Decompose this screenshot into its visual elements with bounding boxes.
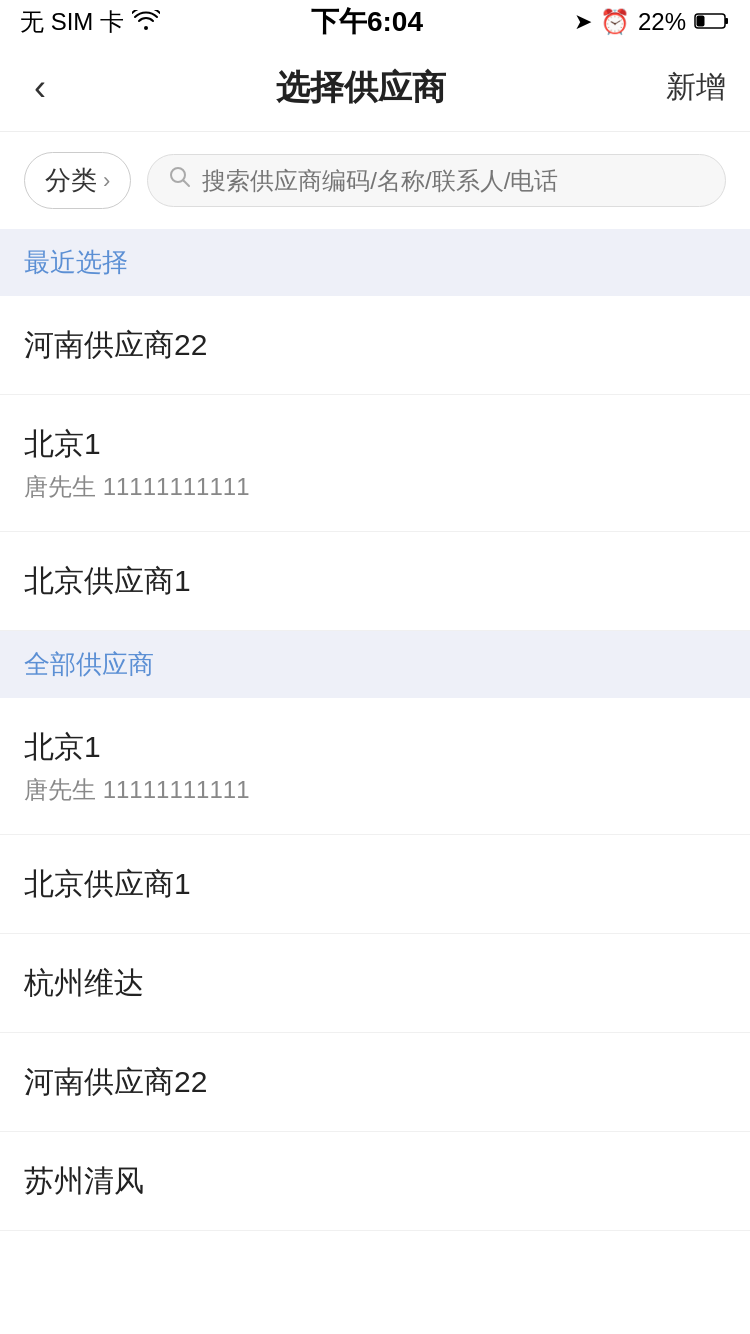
status-right: ➤ ⏰ 22% (574, 8, 730, 36)
all-items-list: 北京1 唐先生 11111111111 北京供应商1 杭州维达河南供应商22 苏州清风 (0, 698, 750, 1231)
category-label: 分类 (45, 163, 97, 198)
item-name: 北京供应商1 (24, 560, 726, 602)
item-sub: 唐先生 11111111111 (24, 471, 726, 503)
item-sub: 唐先生 11111111111 (24, 774, 726, 806)
item-name: 河南供应商22 (24, 1061, 726, 1103)
all-section-label: 全部供应商 (24, 649, 154, 679)
list-item[interactable]: 河南供应商22 (0, 296, 750, 395)
filter-row: 分类 › (0, 132, 750, 229)
add-button[interactable]: 新增 (666, 67, 726, 108)
item-name: 河南供应商22 (24, 324, 726, 366)
item-name: 北京1 (24, 726, 726, 768)
search-box[interactable] (147, 154, 726, 207)
recent-items-list: 河南供应商22 北京1 唐先生 11111111111 北京供应商1 (0, 296, 750, 631)
list-item[interactable]: 北京1 唐先生 11111111111 (0, 698, 750, 835)
back-button[interactable]: ‹ (24, 57, 56, 119)
item-name: 苏州清风 (24, 1160, 726, 1202)
item-name: 杭州维达 (24, 962, 726, 1004)
alarm-icon: ⏰ (600, 8, 630, 36)
list-item[interactable]: 北京供应商1 (0, 532, 750, 631)
no-sim-text: 无 SIM 卡 (20, 6, 124, 38)
list-item[interactable]: 北京供应商1 (0, 835, 750, 934)
status-bar: 无 SIM 卡 下午6:04 ➤ ⏰ 22% (0, 0, 750, 44)
list-item[interactable]: 苏州清风 (0, 1132, 750, 1231)
list-item[interactable]: 杭州维达 (0, 934, 750, 1033)
page-title: 选择供应商 (276, 65, 446, 111)
battery-icon (694, 8, 730, 36)
category-button[interactable]: 分类 › (24, 152, 131, 209)
chevron-right-icon: › (103, 168, 110, 194)
status-time: 下午6:04 (311, 3, 423, 41)
search-icon (168, 165, 192, 196)
battery-text: 22% (638, 8, 686, 36)
svg-rect-1 (725, 18, 728, 24)
status-left: 无 SIM 卡 (20, 6, 160, 38)
item-name: 北京1 (24, 423, 726, 465)
location-icon: ➤ (574, 9, 592, 35)
recent-section-header: 最近选择 (0, 229, 750, 296)
wifi-icon (132, 8, 160, 36)
item-name: 北京供应商1 (24, 863, 726, 905)
nav-bar: ‹ 选择供应商 新增 (0, 44, 750, 132)
all-section-header: 全部供应商 (0, 631, 750, 698)
recent-section-label: 最近选择 (24, 247, 128, 277)
list-item[interactable]: 北京1 唐先生 11111111111 (0, 395, 750, 532)
svg-rect-2 (696, 16, 704, 27)
list-item[interactable]: 河南供应商22 (0, 1033, 750, 1132)
search-input[interactable] (202, 167, 705, 195)
svg-line-4 (184, 181, 190, 187)
